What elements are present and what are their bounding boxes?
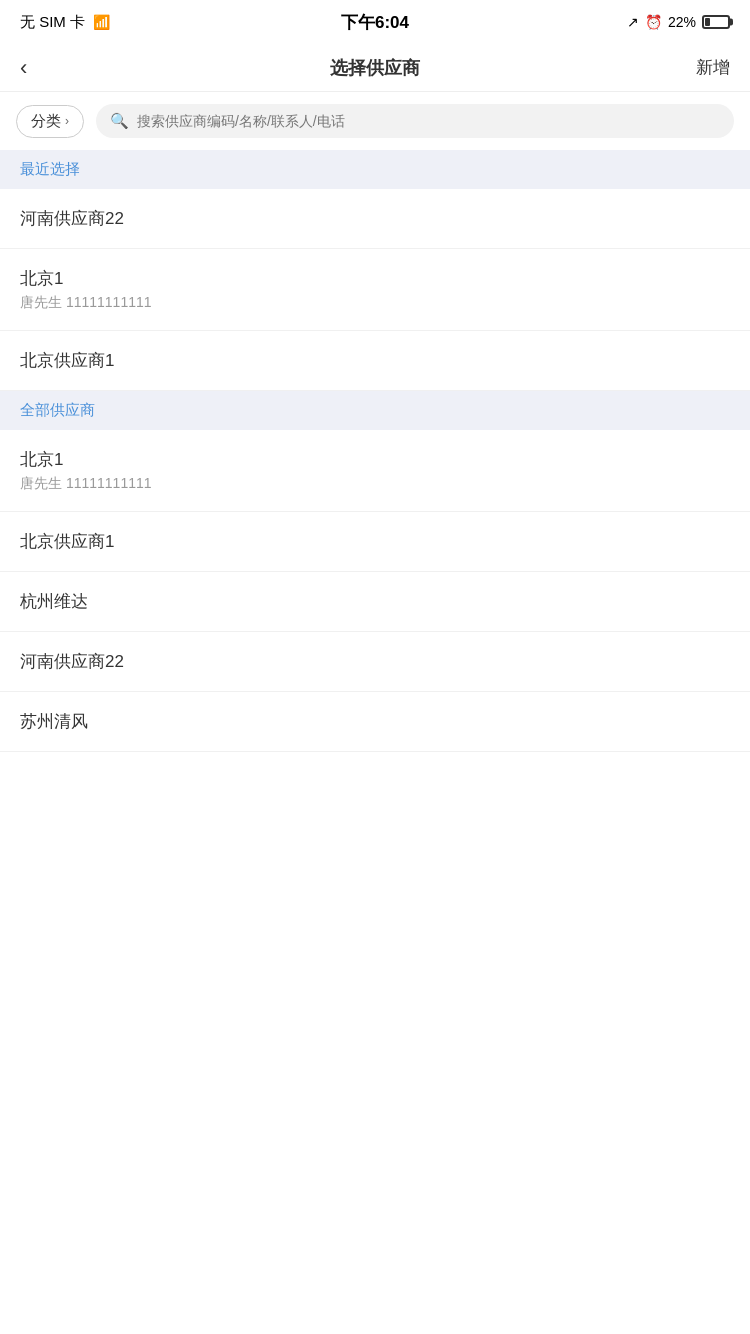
item-name: 北京1 xyxy=(20,267,730,290)
item-name: 北京供应商1 xyxy=(20,349,730,372)
all-section-label: 全部供应商 xyxy=(20,401,95,418)
all-items-list: 北京1 唐先生 11111111111 北京供应商1 杭州维达 河南供应商22 … xyxy=(0,430,750,752)
status-left: 无 SIM 卡 📶 xyxy=(20,13,110,32)
battery-percentage: 22% xyxy=(668,14,696,30)
item-name: 北京供应商1 xyxy=(20,530,730,553)
all-section-header: 全部供应商 xyxy=(0,391,750,430)
item-name: 苏州清风 xyxy=(20,710,730,733)
list-item[interactable]: 杭州维达 xyxy=(0,572,750,632)
list-item[interactable]: 河南供应商22 xyxy=(0,632,750,692)
sim-status: 无 SIM 卡 xyxy=(20,13,85,32)
item-sub: 唐先生 11111111111 xyxy=(20,475,730,493)
search-bar[interactable]: 🔍 xyxy=(96,104,734,138)
category-label: 分类 xyxy=(31,112,61,131)
recent-items-list: 河南供应商22 北京1 唐先生 11111111111 北京供应商1 xyxy=(0,189,750,391)
status-time: 下午6:04 xyxy=(341,11,409,34)
list-item[interactable]: 北京1 唐先生 11111111111 xyxy=(0,430,750,512)
search-input[interactable] xyxy=(137,113,720,129)
page-title: 选择供应商 xyxy=(330,56,420,80)
category-button[interactable]: 分类 › xyxy=(16,105,84,138)
nav-bar: ‹ 选择供应商 新增 xyxy=(0,44,750,92)
list-item[interactable]: 苏州清风 xyxy=(0,692,750,752)
add-button[interactable]: 新增 xyxy=(696,56,730,79)
list-item[interactable]: 北京供应商1 xyxy=(0,512,750,572)
status-right: ↗ ⏰ 22% xyxy=(627,14,730,30)
wifi-icon: 📶 xyxy=(93,14,110,30)
list-item[interactable]: 北京供应商1 xyxy=(0,331,750,391)
search-icon: 🔍 xyxy=(110,112,129,130)
alarm-icon: ⏰ xyxy=(645,14,662,30)
list-item[interactable]: 北京1 唐先生 11111111111 xyxy=(0,249,750,331)
item-name: 河南供应商22 xyxy=(20,207,730,230)
battery-icon xyxy=(702,15,730,29)
location-icon: ↗ xyxy=(627,14,639,30)
recent-section-label: 最近选择 xyxy=(20,160,80,177)
item-sub: 唐先生 11111111111 xyxy=(20,294,730,312)
filter-bar: 分类 › 🔍 xyxy=(0,92,750,150)
item-name: 河南供应商22 xyxy=(20,650,730,673)
list-item[interactable]: 河南供应商22 xyxy=(0,189,750,249)
recent-section-header: 最近选择 xyxy=(0,150,750,189)
content-area: 最近选择 河南供应商22 北京1 唐先生 11111111111 北京供应商1 … xyxy=(0,150,750,752)
item-name: 北京1 xyxy=(20,448,730,471)
chevron-right-icon: › xyxy=(65,114,69,128)
status-bar: 无 SIM 卡 📶 下午6:04 ↗ ⏰ 22% xyxy=(0,0,750,44)
back-button[interactable]: ‹ xyxy=(20,55,27,81)
item-name: 杭州维达 xyxy=(20,590,730,613)
